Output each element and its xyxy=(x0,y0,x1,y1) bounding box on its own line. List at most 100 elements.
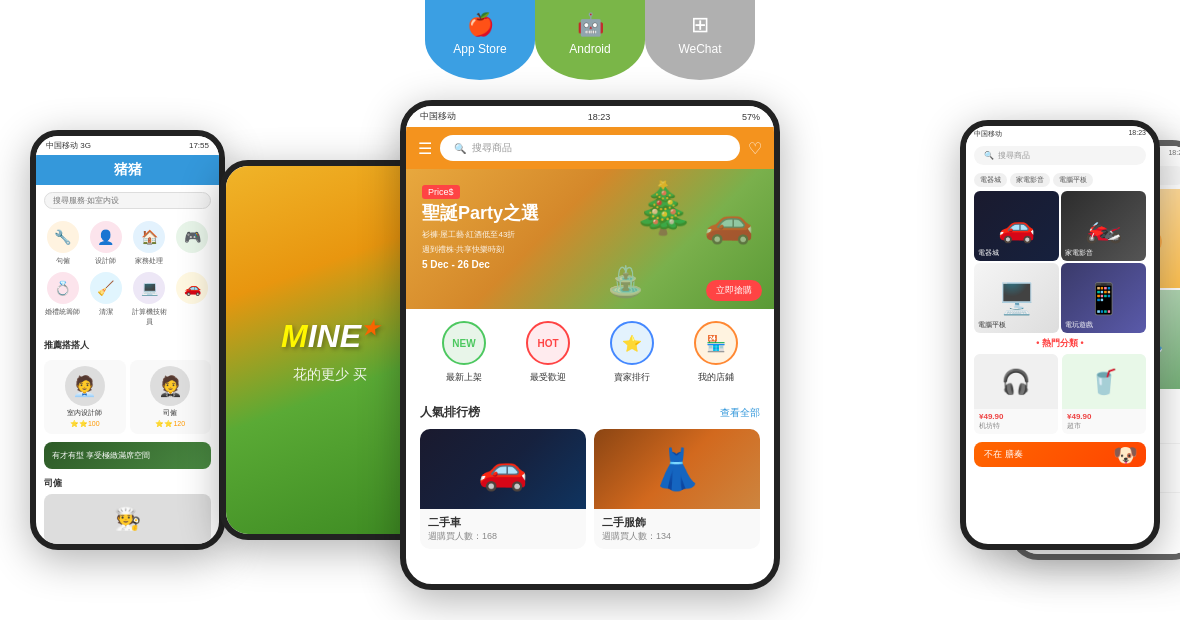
cat-hot-icon: HOT xyxy=(537,338,558,349)
right-cat-2[interactable]: 家電影音 xyxy=(1010,173,1050,187)
icon-3: 🏠 xyxy=(141,229,158,245)
car-overlay: 二手車 週購買人數：168 xyxy=(420,509,586,549)
right-product-a[interactable]: 🎧 ¥49.90 机坊特 xyxy=(974,354,1058,434)
right-product-b[interactable]: 🥤 ¥49.90 超市 xyxy=(1062,354,1146,434)
left-time: 17:55 xyxy=(189,141,209,150)
icon-5: 💍 xyxy=(54,280,71,296)
product-img-3[interactable]: 🖥️ 電腦平板 xyxy=(974,263,1059,333)
icon-item-4[interactable]: 🎮 xyxy=(174,221,211,266)
center-phone: 中国移动 18:23 57% ☰ 🔍 搜尋商品 ♡ Price$ 聖誕Party… xyxy=(400,100,780,590)
icon-item-1[interactable]: 🔧 句僱 xyxy=(44,221,81,266)
left-status-bar: 中国移动 3G 17:55 xyxy=(36,136,219,155)
product-b-img: 🥤 xyxy=(1062,354,1146,409)
right-cat-3[interactable]: 電腦平板 xyxy=(1053,173,1093,187)
cat-shop[interactable]: 🏪 我的店鋪 xyxy=(694,321,738,384)
icon-2: 👤 xyxy=(97,229,114,245)
center-status-bar: 中国移动 18:23 57% xyxy=(406,106,774,127)
hero-price-tag: Price$ xyxy=(422,185,460,199)
ranking-section: 人氣排行榜 查看全部 🚗 二手車 週購買人數：168 👗 二手服飾 週購買人數：… xyxy=(406,396,774,555)
right-search-area: 🔍 搜尋商品 xyxy=(966,142,1154,169)
android-badge[interactable]: 🤖 Android xyxy=(535,0,645,80)
hero-dates: 5 Dec - 26 Dec xyxy=(422,259,539,270)
cat-shop-icon: 🏪 xyxy=(706,334,726,353)
icon-item-7[interactable]: 💻 計算機技術員 xyxy=(131,272,168,327)
icon-6: 🧹 xyxy=(97,280,114,296)
wechat-label: WeChat xyxy=(678,42,721,56)
center-search-input[interactable]: 🔍 搜尋商品 xyxy=(440,135,740,161)
icon-1: 🔧 xyxy=(54,229,71,245)
right-carrier: 中国移动 xyxy=(974,129,1002,139)
product-label-1: 電器城 xyxy=(978,248,999,258)
product-a-price: ¥49.90 xyxy=(979,412,1053,421)
hero-main-title: 聖誕Party之選 xyxy=(422,203,539,225)
center-battery: 57% xyxy=(742,112,760,122)
hamburger-icon[interactable]: ☰ xyxy=(418,139,432,158)
promo-text: 有才有型 享受極緻滿席空間 xyxy=(52,451,150,460)
mine-logo: MINE★ xyxy=(281,316,379,355)
center-time: 18:23 xyxy=(588,112,611,122)
fashion-image: 👗 xyxy=(594,429,760,509)
icon-item-6[interactable]: 🧹 清潔 xyxy=(87,272,124,327)
product-b-label: 超市 xyxy=(1067,421,1141,431)
icon-item-2[interactable]: 👤 设計師 xyxy=(87,221,124,266)
left-phone: 中国移动 3G 17:55 猪猪 🔧 句僱 👤 设計師 🏠 家務处理 🎮 xyxy=(30,130,225,550)
fashion-title: 二手服飾 xyxy=(602,515,752,530)
hero-tree-icon: 🎄 xyxy=(632,179,694,237)
ranking-cards: 🚗 二手車 週購買人數：168 👗 二手服飾 週購買人數：134 xyxy=(420,429,760,549)
ranking-more[interactable]: 查看全部 xyxy=(720,406,760,420)
hero-cta-button[interactable]: 立即搶購 xyxy=(706,280,762,301)
search-icon: 🔍 xyxy=(454,143,466,154)
heart-icon[interactable]: ♡ xyxy=(748,139,762,158)
right-search-inner[interactable]: 🔍 搜尋商品 xyxy=(974,146,1146,165)
cat-new[interactable]: NEW 最新上架 xyxy=(442,321,486,384)
android-icon: 🤖 xyxy=(577,14,604,36)
hero-note: 週到禮株·共享快樂時刻 xyxy=(422,244,539,255)
product-b-info: ¥49.90 超市 xyxy=(1062,409,1146,434)
right-promo-text: 不在 膳奏 xyxy=(984,449,1023,459)
icon-4: 🎮 xyxy=(184,229,201,245)
left-footer-title: 司僱 xyxy=(36,473,219,494)
icon-8: 🚗 xyxy=(184,280,201,296)
product-img-1[interactable]: 🚗 電器城 xyxy=(974,191,1059,261)
user-cards: 🧑‍💼 室内设計師 ⭐⭐100 🤵 司僱 ⭐⭐120 xyxy=(36,356,219,438)
hero-subinfo: 衫褲·屋工藝·紅酒低至43折 xyxy=(422,229,539,240)
icon-label-2: 设計師 xyxy=(95,256,116,266)
ranking-card-fashion[interactable]: 👗 二手服飾 週購買人數：134 xyxy=(594,429,760,549)
icon-item-5[interactable]: 💍 婚禮統籌師 xyxy=(44,272,81,327)
user-rating-2: ⭐⭐120 xyxy=(155,420,185,428)
icon-item-3[interactable]: 🏠 家務处理 xyxy=(131,221,168,266)
hero-banner: Price$ 聖誕Party之選 衫褲·屋工藝·紅酒低至43折 週到禮株·共享快… xyxy=(406,169,774,309)
product-a-label: 机坊特 xyxy=(979,421,1053,431)
right-cat-1[interactable]: 電器城 xyxy=(974,173,1007,187)
appstore-badge[interactable]: 🍎 App Store xyxy=(425,0,535,80)
cat-shop-label: 我的店鋪 xyxy=(698,371,734,384)
product-img-4[interactable]: 📱 電玩遊戲 xyxy=(1061,263,1146,333)
cat-hot[interactable]: HOT 最受歡迎 xyxy=(526,321,570,384)
wechat-badge[interactable]: ⊞ WeChat xyxy=(645,0,755,80)
cat-rank-label: 賣家排行 xyxy=(614,371,650,384)
left-bottom-card: 🧑‍🍳 xyxy=(44,494,211,544)
hero-car-icon: 🚗 xyxy=(704,199,754,246)
product-a-img: 🎧 xyxy=(974,354,1058,409)
user-name-2: 司僱 xyxy=(163,408,177,418)
left-search-area xyxy=(36,185,219,213)
user-card-2[interactable]: 🤵 司僱 ⭐⭐120 xyxy=(130,360,212,434)
cat-hot-label: 最受歡迎 xyxy=(530,371,566,384)
user-rating-1: ⭐⭐100 xyxy=(70,420,100,428)
user-card-1[interactable]: 🧑‍💼 室内设計師 ⭐⭐100 xyxy=(44,360,126,434)
appstore-label: App Store xyxy=(453,42,506,56)
right-search-icon: 🔍 xyxy=(984,151,994,160)
ranking-card-car[interactable]: 🚗 二手車 週購買人數：168 xyxy=(420,429,586,549)
left-icon-grid: 🔧 句僱 👤 设計師 🏠 家務处理 🎮 💍 婚禮統籌師 🧹 清潔 xyxy=(36,213,219,335)
right-category-tabs: 電器城 家電影音 電腦平板 xyxy=(966,169,1154,191)
fashion-sub: 週購買人數：134 xyxy=(602,530,752,543)
cat-rank[interactable]: ⭐ 賣家排行 xyxy=(610,321,654,384)
right-promo-mascot: 🐶 xyxy=(1113,443,1138,467)
product-b-price: ¥49.90 xyxy=(1067,412,1141,421)
left-search-input[interactable] xyxy=(44,192,211,209)
center-search-bar: ☰ 🔍 搜尋商品 ♡ xyxy=(406,127,774,169)
icon-item-8[interactable]: 🚗 xyxy=(174,272,211,327)
center-carrier: 中国移动 xyxy=(420,110,456,123)
product-img-2[interactable]: 🏍️ 家電影音 xyxy=(1061,191,1146,261)
left-header: 猪猪 xyxy=(36,155,219,185)
